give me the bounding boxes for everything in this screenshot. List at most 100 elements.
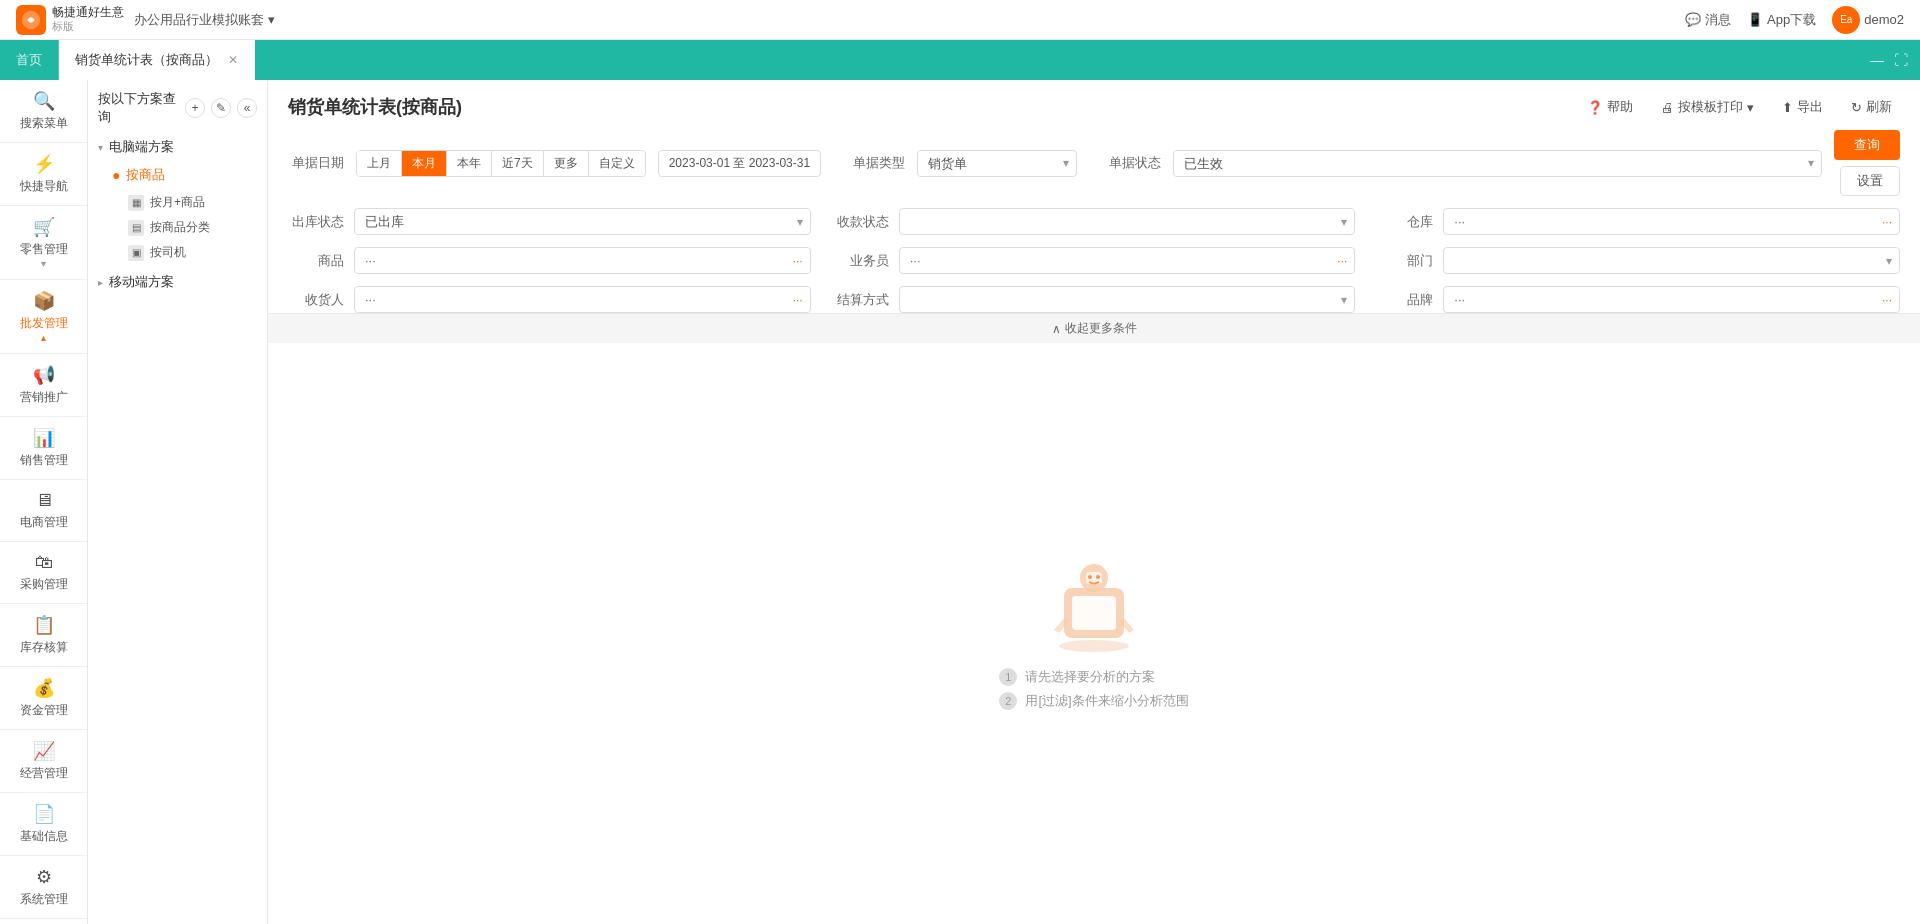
sidebar-purchase-label: 采购管理	[20, 576, 68, 593]
logo-icon	[16, 5, 46, 35]
industry-selector[interactable]: 办公用品行业模拟账套 ▾	[134, 11, 275, 29]
export-btn[interactable]: ⬆ 导出	[1774, 94, 1831, 120]
scheme-item-month-goods[interactable]: ▦ 按月+商品	[102, 190, 267, 215]
dept-wrapper: ▾	[1443, 247, 1900, 274]
app-download-label: App下载	[1767, 11, 1816, 29]
tab-minimize-icon[interactable]: —	[1870, 52, 1884, 68]
page-actions: ❓ 帮助 🖨 按模板打印 ▾ ⬆ 导出 ↻	[1579, 94, 1900, 120]
date-btn-this-month[interactable]: 本月	[402, 151, 447, 176]
settle-select[interactable]	[899, 286, 1356, 313]
inventory-icon: 📋	[33, 614, 55, 636]
scheme-item-category[interactable]: ▤ 按商品分类	[102, 215, 267, 240]
sidebar-item-finance[interactable]: 💰 资金管理	[0, 667, 87, 730]
tab-home[interactable]: 首页	[0, 40, 59, 80]
query-buttons: 查询 设置	[1834, 130, 1900, 196]
sidebar-item-purchase[interactable]: 🛍 采购管理	[0, 542, 87, 604]
brand-input[interactable]	[1443, 286, 1900, 313]
scheme-category-icon: ▤	[128, 220, 144, 236]
tabbar-actions: — ⛶	[1858, 40, 1920, 80]
status-label: 单据状态	[1105, 154, 1161, 172]
empty-step-1-text: 请先选择要分析的方案	[1025, 668, 1155, 686]
sidebar-item-base[interactable]: 📄 基础信息	[0, 793, 87, 856]
type-select[interactable]: 销货单	[917, 150, 1077, 177]
avatar: Ea	[1832, 6, 1860, 34]
staff-input[interactable]	[899, 247, 1356, 274]
scheme-item-driver[interactable]: ▣ 按司机	[102, 240, 267, 265]
help-btn[interactable]: ❓ 帮助	[1579, 94, 1641, 120]
date-btn-more[interactable]: 更多	[544, 151, 589, 176]
scheme-category-label: 按商品分类	[150, 219, 210, 236]
quicknav-icon: ⚡	[33, 153, 55, 175]
tab-home-label: 首页	[16, 51, 42, 69]
tab-sales-stat[interactable]: 销货单统计表（按商品） ✕	[59, 40, 255, 80]
sidebar-item-mgmt[interactable]: 📈 经营管理	[0, 730, 87, 793]
date-btn-this-year[interactable]: 本年	[447, 151, 492, 176]
filter-section: 销货单统计表(按商品) ❓ 帮助 🖨 按模板打印 ▾ ⬆	[268, 80, 1920, 313]
logo-name: 畅捷通好生意	[52, 5, 124, 19]
sidebar-item-collab[interactable]: 🤝 企业协同	[0, 919, 87, 924]
dept-select[interactable]	[1443, 247, 1900, 274]
scheme-month-goods-label: 按月+商品	[150, 194, 205, 211]
collapse-label: 收起更多条件	[1065, 320, 1137, 337]
date-range-display[interactable]: 2023-03-01 至 2023-03-31	[658, 150, 821, 177]
add-scheme-btn[interactable]: +	[185, 98, 205, 118]
topbar-left: 畅捷通好生意 标版 办公用品行业模拟账套 ▾	[16, 5, 275, 35]
app-download-btn[interactable]: 📱 App下载	[1747, 11, 1816, 29]
sidebar-item-retail[interactable]: 🛒 零售管理 ▾	[0, 206, 87, 280]
export-label: 导出	[1797, 98, 1823, 116]
scheme-group-mobile-header[interactable]: ▸ 移动端方案	[88, 269, 267, 295]
refresh-label: 刷新	[1866, 98, 1892, 116]
message-icon: 💬	[1685, 12, 1701, 27]
page-title: 销货单统计表(按商品)	[288, 95, 462, 119]
message-btn[interactable]: 💬 消息	[1685, 11, 1731, 29]
sidebar: 🔍 搜索菜单 ⚡ 快捷导航 🛒 零售管理 ▾ 📦 批发管理 ▴ 📢 营销推广 📊…	[0, 80, 88, 924]
date-btn-last-month[interactable]: 上月	[357, 151, 402, 176]
scheme-group-desktop-header[interactable]: ▾ 电脑端方案	[88, 134, 267, 160]
out-status-select[interactable]: 已出库	[354, 208, 811, 235]
sidebar-item-system[interactable]: ⚙ 系统管理	[0, 856, 87, 919]
staff-wrapper: ···	[899, 247, 1356, 274]
sidebar-item-inventory[interactable]: 📋 库存核算	[0, 604, 87, 667]
sidebar-item-wholesale[interactable]: 📦 批发管理 ▴	[0, 280, 87, 354]
edit-scheme-btn[interactable]: ✎	[211, 98, 231, 118]
sidebar-item-quicknav[interactable]: ⚡ 快捷导航	[0, 143, 87, 206]
mobile-group-arrow: ▸	[98, 277, 103, 288]
date-btn-last-7[interactable]: 近7天	[492, 151, 544, 176]
payment-select[interactable]	[899, 208, 1356, 235]
date-btn-custom[interactable]: 自定义	[589, 151, 645, 176]
scheme-driver-icon: ▣	[128, 245, 144, 261]
brand-wrapper: ···	[1443, 286, 1900, 313]
warehouse-input[interactable]	[1443, 208, 1900, 235]
payment-label: 收款状态	[833, 213, 889, 231]
empty-step-2: 2 用[过滤]条件来缩小分析范围	[999, 692, 1188, 710]
settings-btn[interactable]: 设置	[1840, 166, 1900, 196]
status-select[interactable]: 已生效	[1173, 150, 1822, 177]
tab-maximize-icon[interactable]: ⛶	[1894, 52, 1908, 68]
staff-label: 业务员	[833, 252, 889, 270]
print-btn[interactable]: 🖨 按模板打印 ▾	[1653, 94, 1762, 120]
sidebar-item-marketing[interactable]: 📢 营销推广	[0, 354, 87, 417]
goods-input[interactable]	[354, 247, 811, 274]
receiver-input[interactable]	[354, 286, 811, 313]
collapse-panel-btn[interactable]: «	[237, 98, 257, 118]
filter-row-4: 收货人 ··· 结算方式 ▾ 品牌 ··	[288, 286, 1900, 313]
refresh-btn[interactable]: ↻ 刷新	[1843, 94, 1900, 120]
type-select-wrapper: 销货单 ▾	[917, 150, 1077, 177]
sidebar-item-search[interactable]: 🔍 搜索菜单	[0, 80, 87, 143]
collapse-bar[interactable]: ∧ 收起更多条件	[268, 313, 1920, 343]
left-panel: 按以下方案查询 + ✎ « ▾ 电脑端方案 ● 按商品	[88, 80, 268, 924]
receiver-wrapper: ···	[354, 286, 811, 313]
sidebar-inventory-label: 库存核算	[20, 639, 68, 656]
scheme-group-desktop: ▾ 电脑端方案 ● 按商品 ▦ 按月+商品 ▤ 按商品分类	[88, 134, 267, 265]
scheme-item-goods[interactable]: ● 按商品	[106, 161, 263, 189]
query-btn[interactable]: 查询	[1834, 130, 1900, 160]
user-area[interactable]: Ea demo2	[1832, 6, 1904, 34]
tab-close-icon[interactable]: ✕	[228, 53, 238, 67]
refresh-icon: ↻	[1851, 100, 1862, 115]
search-icon: 🔍	[33, 90, 55, 112]
print-arrow: ▾	[1747, 100, 1754, 115]
sidebar-item-sales[interactable]: 📊 销售管理	[0, 417, 87, 480]
sidebar-item-ecom[interactable]: 🖥 电商管理	[0, 480, 87, 542]
goods-label: 商品	[288, 252, 344, 270]
tab-sales-stat-label: 销货单统计表（按商品）	[75, 51, 218, 69]
